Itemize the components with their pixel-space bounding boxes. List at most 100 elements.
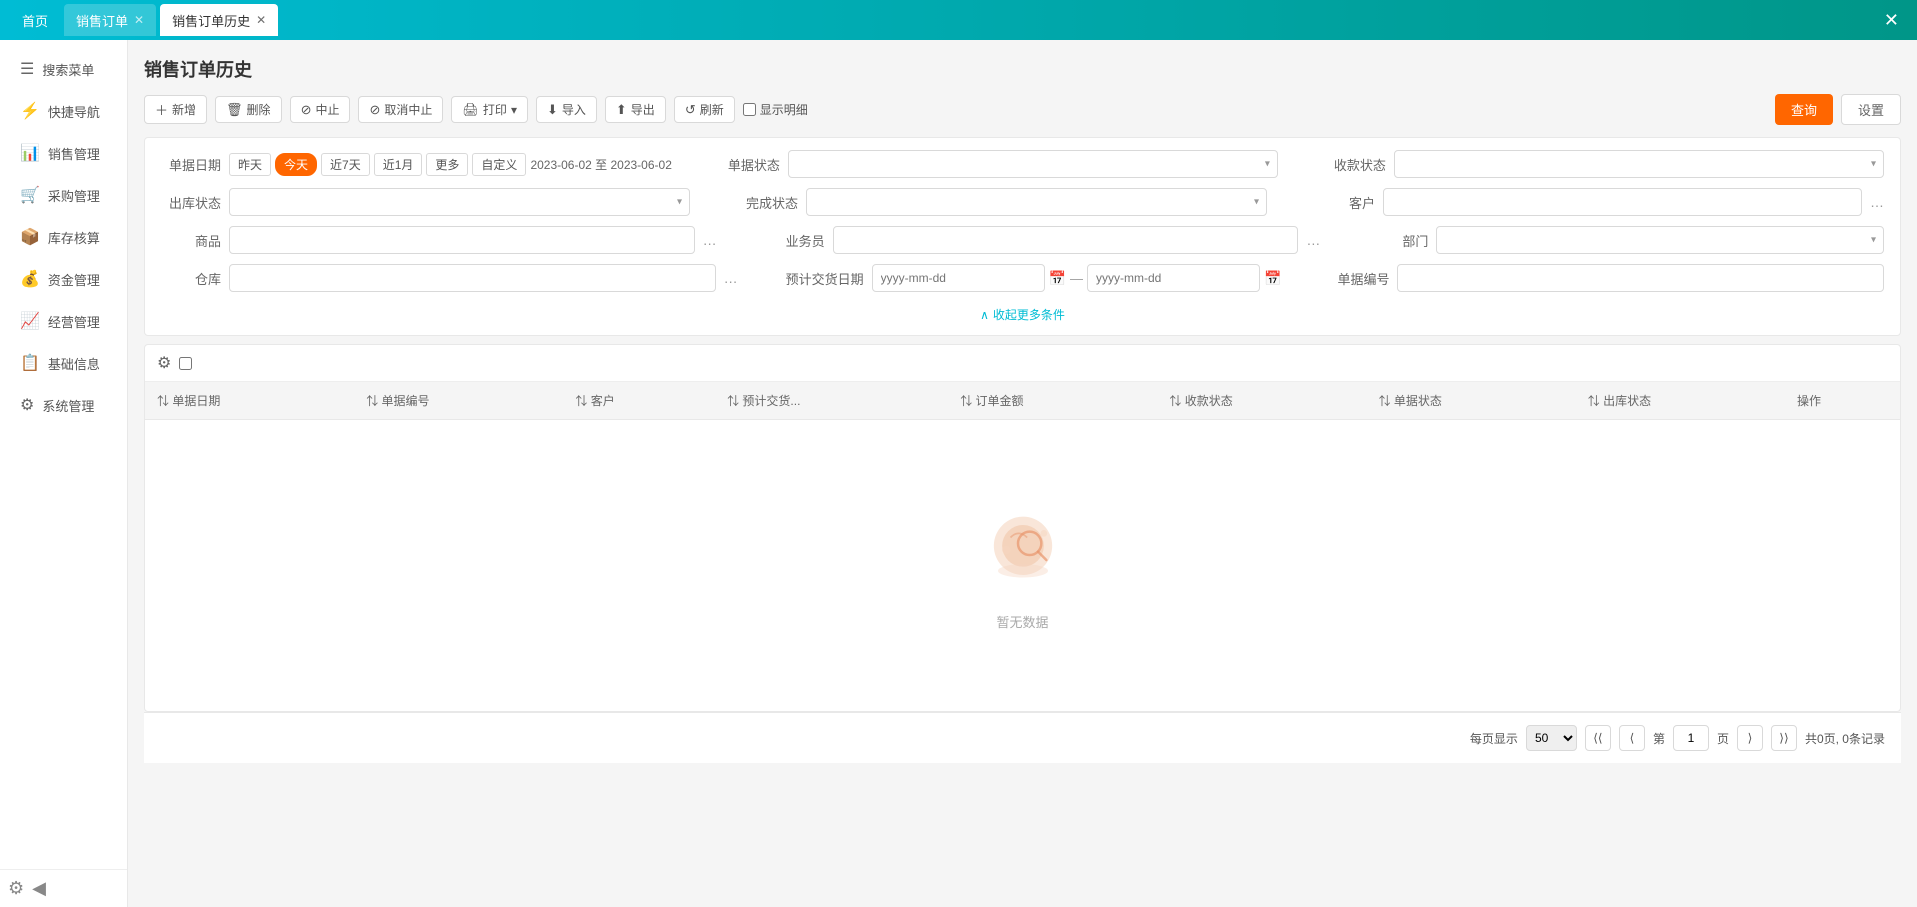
page-unit: 页 bbox=[1717, 730, 1729, 747]
col-amount[interactable]: ⇅ 订单金额 bbox=[948, 382, 1157, 420]
warehouse-input[interactable] bbox=[229, 264, 716, 292]
sidebar-item-system-mgmt[interactable]: ⚙ 系统管理 bbox=[4, 385, 123, 425]
prev-page-button[interactable]: ⟨ bbox=[1619, 725, 1645, 751]
sidebar-collapse-button[interactable]: ◀ bbox=[32, 878, 46, 899]
department-select[interactable] bbox=[1436, 226, 1884, 254]
col-customer[interactable]: ⇅ 客户 bbox=[563, 382, 715, 420]
refresh-icon: ↺ bbox=[685, 102, 696, 118]
refresh-button[interactable]: ↺ 刷新 bbox=[674, 96, 735, 123]
sidebar-item-sales-mgmt[interactable]: 📊 销售管理 bbox=[4, 133, 123, 173]
stop-button[interactable]: ⊘ 中止 bbox=[290, 96, 351, 123]
print-dropdown-icon: ▾ bbox=[511, 103, 517, 117]
sidebar-settings-button[interactable]: ⚙ bbox=[8, 878, 24, 899]
print-button[interactable]: 🖨 打印 ▾ bbox=[451, 96, 528, 123]
completion-status-select[interactable] bbox=[806, 188, 1267, 216]
date-btn-more[interactable]: 更多 bbox=[426, 153, 468, 176]
query-button[interactable]: 查询 bbox=[1775, 94, 1833, 125]
col-no[interactable]: ⇅ 单据编号 bbox=[354, 382, 563, 420]
delivery-date-to[interactable] bbox=[1087, 264, 1260, 292]
col-outbound-status[interactable]: ⇅ 出库状态 bbox=[1576, 382, 1785, 420]
display-detail-checkbox-label[interactable]: 显示明细 bbox=[743, 101, 808, 118]
sales-person-input[interactable] bbox=[833, 226, 1299, 254]
sidebar-item-quick-nav[interactable]: ⚡ 快捷导航 bbox=[4, 91, 123, 131]
sidebar-item-inventory[interactable]: 📦 库存核算 bbox=[4, 217, 123, 257]
col-no-label: ⇅ 单据编号 bbox=[366, 394, 429, 408]
date-btn-custom[interactable]: 自定义 bbox=[472, 153, 526, 176]
col-date-label: ⇅ 单据日期 bbox=[157, 394, 220, 408]
sales-person-ellipsis[interactable]: … bbox=[1306, 232, 1320, 248]
department-label: 部门 bbox=[1368, 231, 1428, 250]
collapse-row[interactable]: ∧ 收起更多条件 bbox=[161, 302, 1884, 323]
date-label: 单据日期 bbox=[161, 155, 221, 174]
filter-row-2: 出库状态 ▾ 完成状态 ▾ 客户 … bbox=[161, 188, 1884, 216]
display-detail-checkbox[interactable] bbox=[743, 103, 756, 116]
warehouse-ellipsis[interactable]: … bbox=[724, 270, 738, 286]
receipt-status-select[interactable] bbox=[1394, 150, 1884, 178]
select-all-checkbox[interactable] bbox=[179, 357, 192, 370]
customer-ellipsis[interactable]: … bbox=[1870, 194, 1884, 210]
next-page-button[interactable]: ⟩ bbox=[1737, 725, 1763, 751]
calendar-from-icon[interactable]: 📅 bbox=[1049, 270, 1066, 287]
sidebar-item-sales-mgmt-label: 销售管理 bbox=[48, 144, 100, 163]
delivery-date-from[interactable] bbox=[872, 264, 1045, 292]
tab-home-label: 首页 bbox=[22, 11, 48, 30]
collapse-label: 收起更多条件 bbox=[993, 306, 1065, 323]
date-btn-7days[interactable]: 近7天 bbox=[321, 153, 370, 176]
sidebar-item-operations[interactable]: 📈 经营管理 bbox=[4, 301, 123, 341]
new-icon: ＋ bbox=[155, 100, 168, 119]
col-receipt-status[interactable]: ⇅ 收款状态 bbox=[1157, 382, 1366, 420]
calendar-to-icon[interactable]: 📅 bbox=[1264, 270, 1281, 287]
product-input[interactable] bbox=[229, 226, 695, 254]
import-button[interactable]: ⬇ 导入 bbox=[536, 96, 597, 123]
window-close-button[interactable]: ✕ bbox=[1876, 10, 1907, 31]
cancel-stop-label: 取消中止 bbox=[384, 101, 432, 118]
expected-delivery-label: 预计交货日期 bbox=[786, 269, 864, 288]
tab-sales-order-close[interactable]: ✕ bbox=[134, 13, 144, 27]
cancel-stop-button[interactable]: ⊘ 取消中止 bbox=[358, 96, 443, 123]
tab-sales-order[interactable]: 销售订单 ✕ bbox=[64, 4, 156, 36]
receipt-status-label: 收款状态 bbox=[1326, 155, 1386, 174]
total-info: 共0页, 0条记录 bbox=[1805, 730, 1885, 747]
purchase-mgmt-icon: 🛒 bbox=[20, 185, 40, 205]
order-no-input[interactable] bbox=[1397, 264, 1884, 292]
sidebar-item-finance[interactable]: 💰 资金管理 bbox=[4, 259, 123, 299]
product-ellipsis[interactable]: … bbox=[703, 232, 717, 248]
new-button[interactable]: ＋ 新增 bbox=[144, 95, 207, 124]
date-btn-1month[interactable]: 近1月 bbox=[374, 153, 423, 176]
date-btn-today[interactable]: 今天 bbox=[275, 153, 317, 176]
sidebar-item-operations-label: 经营管理 bbox=[48, 312, 100, 331]
basic-info-icon: 📋 bbox=[20, 353, 40, 373]
refresh-label: 刷新 bbox=[700, 101, 724, 118]
tab-sales-history-close[interactable]: ✕ bbox=[256, 13, 266, 27]
empty-state-cell: 暂无数据 bbox=[145, 420, 1900, 712]
delete-button[interactable]: 🗑 删除 bbox=[215, 96, 282, 123]
first-page-button[interactable]: ⟨⟨ bbox=[1585, 725, 1611, 751]
col-delivery[interactable]: ⇅ 预计交货... bbox=[715, 382, 948, 420]
table-settings-icon[interactable]: ⚙ bbox=[157, 353, 171, 373]
filter-row-1: 单据日期 昨天 今天 近7天 近1月 更多 自定义 2023-06-02 至 2… bbox=[161, 150, 1884, 178]
date-btn-yesterday[interactable]: 昨天 bbox=[229, 153, 271, 176]
order-status-select[interactable] bbox=[788, 150, 1278, 178]
sidebar-item-finance-label: 资金管理 bbox=[48, 270, 100, 289]
order-status-label: 单据状态 bbox=[720, 155, 780, 174]
tab-home[interactable]: 首页 bbox=[10, 4, 60, 36]
table-body: 暂无数据 bbox=[145, 420, 1900, 712]
setting-button[interactable]: 设置 bbox=[1841, 94, 1901, 125]
sidebar-item-purchase-mgmt[interactable]: 🛒 采购管理 bbox=[4, 175, 123, 215]
tab-sales-history[interactable]: 销售订单历史 ✕ bbox=[160, 4, 278, 36]
last-page-button[interactable]: ⟩⟩ bbox=[1771, 725, 1797, 751]
customer-input[interactable] bbox=[1383, 188, 1862, 216]
col-order-status[interactable]: ⇅ 单据状态 bbox=[1367, 382, 1576, 420]
page-input[interactable] bbox=[1673, 725, 1709, 751]
col-date[interactable]: ⇅ 单据日期 bbox=[145, 382, 354, 420]
sidebar-item-search-menu[interactable]: ☰ 搜索菜单 bbox=[4, 49, 123, 89]
completion-status-label: 完成状态 bbox=[738, 193, 798, 212]
export-button[interactable]: ⬆ 导出 bbox=[605, 96, 666, 123]
sidebar-item-basic-info[interactable]: 📋 基础信息 bbox=[4, 343, 123, 383]
date-group: 昨天 今天 近7天 近1月 更多 自定义 2023-06-02 至 2023-0… bbox=[229, 153, 672, 176]
page-size-select[interactable]: 50 10 20 100 bbox=[1526, 725, 1577, 751]
outbound-status-select[interactable] bbox=[229, 188, 690, 216]
receipt-status-wrapper: ▾ bbox=[1394, 150, 1884, 178]
page-label: 第 bbox=[1653, 730, 1665, 747]
table-header-toolbar: ⚙ bbox=[145, 345, 1900, 382]
